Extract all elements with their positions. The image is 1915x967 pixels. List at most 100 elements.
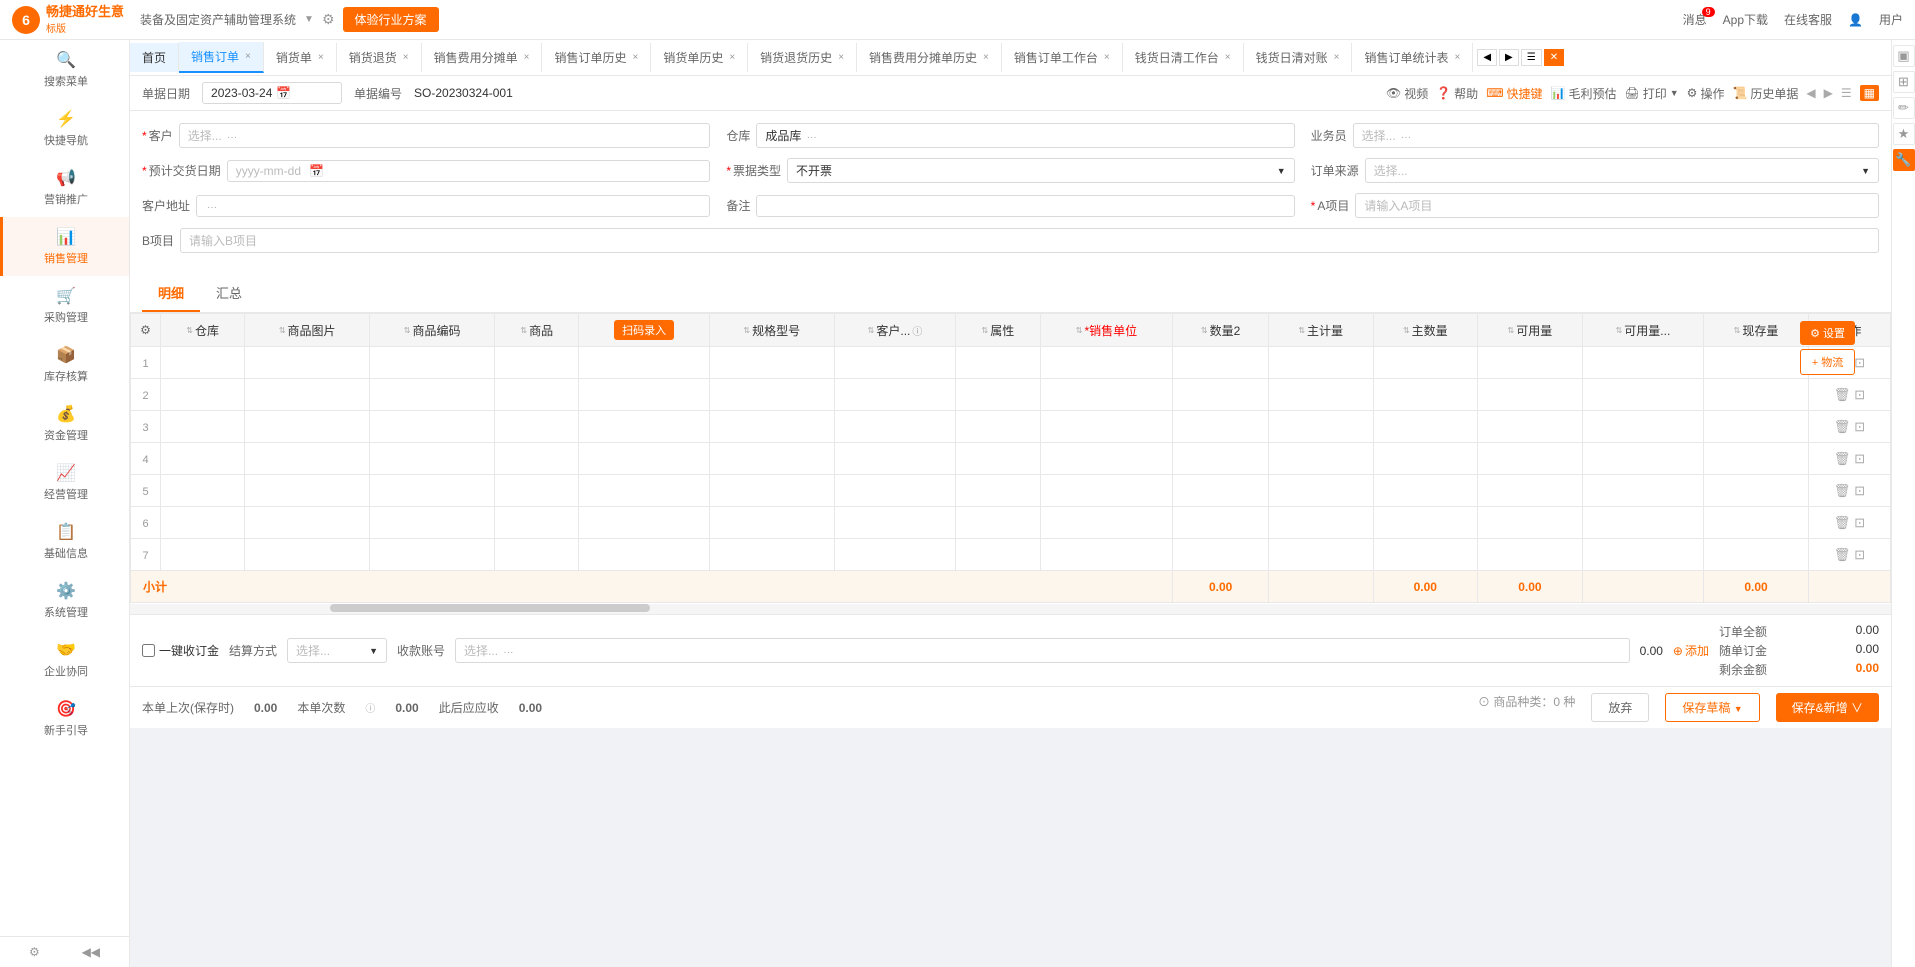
online-service-link[interactable]: 在线客服 bbox=[1784, 11, 1832, 28]
row-qty2[interactable] bbox=[1173, 475, 1269, 507]
tab-menu-btn[interactable]: ☰ bbox=[1521, 49, 1542, 66]
row-warehouse[interactable] bbox=[161, 411, 245, 443]
row-warehouse[interactable] bbox=[161, 507, 245, 539]
right-icon-4[interactable]: ★ bbox=[1893, 123, 1915, 145]
row-attr[interactable] bbox=[956, 475, 1040, 507]
detail-tab-detail[interactable]: 明细 bbox=[142, 275, 200, 312]
operate-btn[interactable]: ⚙ 操作 bbox=[1687, 85, 1725, 102]
col-warehouse[interactable]: ⇅仓库 bbox=[161, 314, 245, 347]
row-spec[interactable] bbox=[709, 379, 834, 411]
row-qty2[interactable] bbox=[1173, 379, 1269, 411]
help-btn[interactable]: ❓ 帮助 bbox=[1436, 85, 1478, 102]
copy-icon[interactable]: ⊡ bbox=[1854, 355, 1865, 371]
list-view-icon[interactable]: ☰ bbox=[1841, 86, 1852, 100]
row-warehouse[interactable] bbox=[161, 539, 245, 571]
tab-next-btn[interactable]: ▶ bbox=[1499, 49, 1519, 66]
row-customer-code[interactable] bbox=[834, 379, 956, 411]
row-product[interactable] bbox=[495, 379, 579, 411]
tab-slip-history-close[interactable]: × bbox=[729, 52, 735, 63]
row-product-code[interactable] bbox=[370, 539, 495, 571]
save-draft-button[interactable]: 保存草稿 ▼ bbox=[1665, 693, 1759, 722]
tab-reconcile-close[interactable]: × bbox=[1334, 52, 1340, 63]
row-main-unit[interactable] bbox=[1268, 379, 1373, 411]
row-current-stock[interactable] bbox=[1704, 539, 1809, 571]
add-product-float-btn[interactable]: + 物流 bbox=[1800, 349, 1855, 375]
row-qty2[interactable] bbox=[1173, 507, 1269, 539]
col-product[interactable]: ⇅商品 bbox=[495, 314, 579, 347]
scan-button[interactable]: 扫码录入 bbox=[614, 320, 674, 340]
view-btn[interactable]: 👁 视频 bbox=[1386, 85, 1428, 102]
history-btn[interactable]: 📜 历史单据 bbox=[1732, 85, 1798, 102]
sidebar-item-purchase[interactable]: 🛒 采购管理 bbox=[0, 276, 129, 335]
row-attr[interactable] bbox=[956, 347, 1040, 379]
delivery-date-input[interactable]: yyyy-mm-dd 📅 bbox=[227, 160, 711, 182]
tab-return-close[interactable]: × bbox=[403, 52, 409, 63]
tab-close-all-btn[interactable]: ✕ bbox=[1544, 49, 1564, 66]
row-available[interactable] bbox=[1478, 347, 1583, 379]
row-current-stock[interactable] bbox=[1704, 379, 1809, 411]
tab-slip-history[interactable]: 销货单历史 × bbox=[651, 43, 748, 72]
row-attr[interactable] bbox=[956, 539, 1040, 571]
copy-icon[interactable]: ⊡ bbox=[1854, 451, 1865, 467]
tab-daily-clear[interactable]: 钱货日清工作台 × bbox=[1123, 43, 1244, 72]
sidebar-item-system[interactable]: ⚙️ 系统管理 bbox=[0, 571, 129, 630]
row-sales-unit[interactable] bbox=[1040, 443, 1173, 475]
row-warehouse[interactable] bbox=[161, 379, 245, 411]
tab-stats[interactable]: 销售订单统计表 × bbox=[1352, 43, 1473, 72]
tab-order-workbench[interactable]: 销售订单工作台 × bbox=[1002, 43, 1123, 72]
row-main-unit[interactable] bbox=[1268, 411, 1373, 443]
sidebar-item-finance[interactable]: 💰 资金管理 bbox=[0, 394, 129, 453]
row-product-code[interactable] bbox=[370, 411, 495, 443]
row-attr[interactable] bbox=[956, 379, 1040, 411]
b-project-input[interactable]: 请输入B项目 bbox=[180, 228, 1879, 253]
tab-sales-order-close[interactable]: × bbox=[245, 51, 251, 62]
ticket-type-select[interactable]: 不开票 ▼ bbox=[787, 158, 1295, 183]
row-current-stock[interactable] bbox=[1704, 475, 1809, 507]
prev-record-icon[interactable]: ◀ bbox=[1806, 86, 1815, 100]
row-main-qty[interactable] bbox=[1373, 539, 1478, 571]
address-input[interactable]: ··· bbox=[196, 195, 710, 217]
user-icon[interactable]: 👤 bbox=[1848, 13, 1863, 27]
save-new-button[interactable]: 保存&新增 ∨ bbox=[1776, 693, 1879, 722]
row-warehouse[interactable] bbox=[161, 475, 245, 507]
row-customer-code[interactable] bbox=[834, 443, 956, 475]
col-qty2[interactable]: ⇅数量2 bbox=[1173, 314, 1269, 347]
tab-daily-clear-close[interactable]: × bbox=[1225, 52, 1231, 63]
row-main-qty[interactable] bbox=[1373, 475, 1478, 507]
copy-icon[interactable]: ⊡ bbox=[1854, 483, 1865, 499]
row-qty2[interactable] bbox=[1173, 347, 1269, 379]
tab-expense-history[interactable]: 销售费用分摊单历史 × bbox=[857, 43, 1002, 72]
scroll-thumb[interactable] bbox=[330, 604, 650, 612]
add-payment-btn[interactable]: ⊕ 添加 bbox=[1673, 642, 1709, 659]
horizontal-scrollbar[interactable] bbox=[130, 604, 1891, 614]
right-icon-3[interactable]: ✏ bbox=[1893, 97, 1915, 119]
row-product-img[interactable] bbox=[245, 539, 370, 571]
salesperson-input[interactable]: 选择... ··· bbox=[1353, 123, 1879, 148]
row-product[interactable] bbox=[495, 347, 579, 379]
row-sales-unit[interactable] bbox=[1040, 379, 1173, 411]
row-spec[interactable] bbox=[709, 507, 834, 539]
delete-icon[interactable]: 🗑 bbox=[1834, 547, 1851, 563]
row-available[interactable] bbox=[1478, 443, 1583, 475]
row-current-stock[interactable] bbox=[1704, 347, 1809, 379]
row-customer-code[interactable] bbox=[834, 411, 956, 443]
row-product-img[interactable] bbox=[245, 443, 370, 475]
next-record-icon[interactable]: ▶ bbox=[1824, 86, 1833, 100]
row-product[interactable] bbox=[495, 475, 579, 507]
row-sales-unit[interactable] bbox=[1040, 539, 1173, 571]
row-customer-code[interactable] bbox=[834, 507, 956, 539]
row-available2[interactable] bbox=[1582, 411, 1704, 443]
row-available2[interactable] bbox=[1582, 539, 1704, 571]
row-product-code[interactable] bbox=[370, 507, 495, 539]
row-current-stock[interactable] bbox=[1704, 443, 1809, 475]
row-product-img[interactable] bbox=[245, 507, 370, 539]
row-main-qty[interactable] bbox=[1373, 347, 1478, 379]
row-sales-unit[interactable] bbox=[1040, 347, 1173, 379]
row-available[interactable] bbox=[1478, 507, 1583, 539]
row-product-code[interactable] bbox=[370, 475, 495, 507]
detail-tab-summary[interactable]: 汇总 bbox=[200, 275, 258, 312]
tab-return[interactable]: 销货退货 × bbox=[337, 43, 422, 72]
row-product-img[interactable] bbox=[245, 475, 370, 507]
row-current-stock[interactable] bbox=[1704, 507, 1809, 539]
delete-icon[interactable]: 🗑 bbox=[1834, 483, 1851, 499]
